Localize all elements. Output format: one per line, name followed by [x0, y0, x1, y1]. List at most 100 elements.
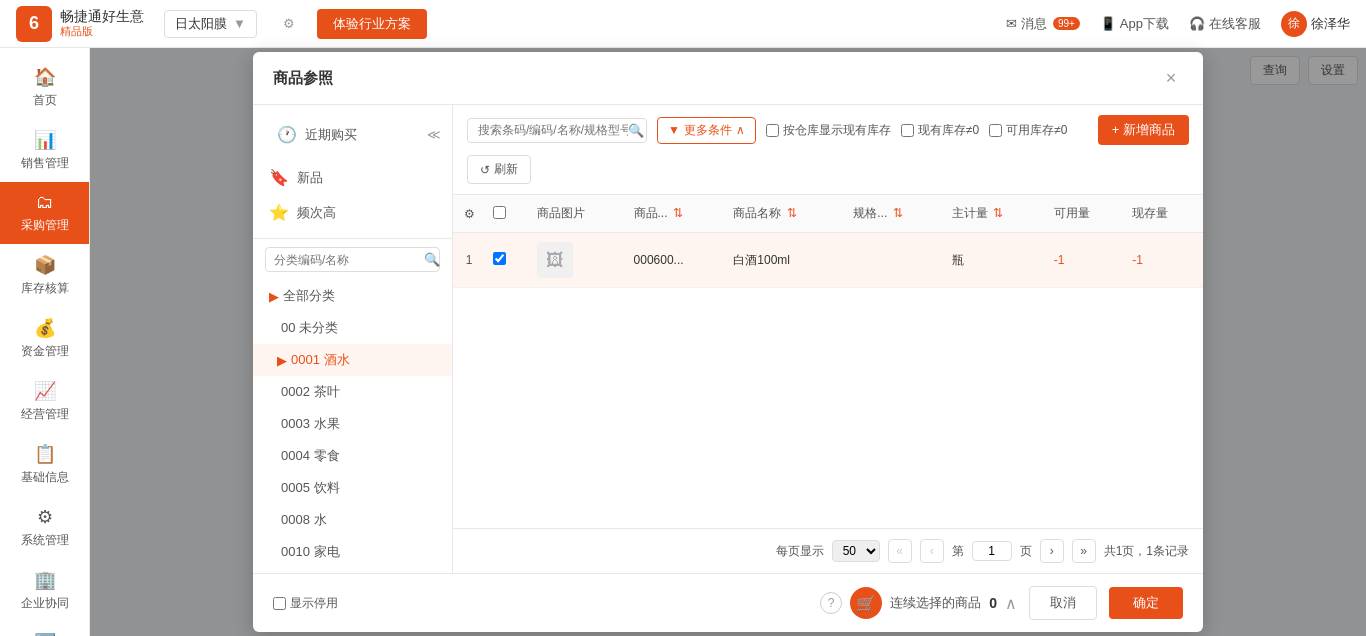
category-item-uncategorized[interactable]: 00 未分类 — [253, 312, 452, 344]
more-filter-button[interactable]: ▼ 更多条件 ∧ — [657, 117, 756, 144]
select-all-checkbox[interactable] — [493, 206, 506, 219]
cart-count: 0 — [989, 595, 997, 611]
category-item-snacks[interactable]: 0004 零食 — [253, 440, 452, 472]
th-name: 商品名称 ⇅ — [725, 195, 845, 233]
nav-right: ✉ 消息 99+ 📱 App下载 🎧 在线客服 徐 徐泽华 — [1006, 11, 1350, 37]
available-nonzero-input[interactable] — [989, 124, 1002, 137]
product-table-area: ⚙ 商品图片 商品... ⇅ — [453, 195, 1203, 528]
enterprise-icon: 🏢 — [34, 569, 56, 591]
category-list: ▶ 全部分类 00 未分类 ▶ 0001 酒水 0002 茶 — [253, 280, 452, 561]
star-icon: ⭐ — [269, 203, 289, 222]
refresh-button[interactable]: ↺ 刷新 — [467, 155, 531, 184]
show-disabled-label: 显示停用 — [290, 595, 338, 612]
available-nonzero-checkbox[interactable]: 可用库存≠0 — [989, 122, 1067, 139]
nav-new-products[interactable]: 🔖 新品 — [253, 160, 452, 195]
stock-nonzero-checkbox[interactable]: 现有库存≠0 — [901, 122, 979, 139]
per-page-select[interactable]: 50 — [832, 540, 880, 562]
message-nav-item[interactable]: ✉ 消息 99+ — [1006, 15, 1080, 33]
nav-frequent[interactable]: ⭐ 频次高 — [253, 195, 452, 230]
sort-icon-code[interactable]: ⇅ — [673, 206, 683, 220]
sidebar-label-basic-info: 基础信息 — [21, 469, 69, 486]
nav-new-products-label: 新品 — [297, 169, 323, 187]
per-page-label: 每页显示 — [776, 543, 824, 560]
table-row[interactable]: 1 🖼 — [453, 233, 1203, 288]
category-search-icon[interactable]: 🔍 — [424, 252, 440, 267]
show-disabled-checkbox[interactable]: 显示停用 — [273, 595, 338, 612]
prev-page-button[interactable]: ‹ — [920, 539, 944, 563]
company-selector[interactable]: 日太阳膜 ▼ — [164, 10, 257, 38]
category-search-input[interactable] — [274, 253, 424, 267]
settings-col-icon[interactable]: ⚙ — [464, 207, 475, 221]
product-search-box[interactable]: 🔍 — [467, 118, 647, 143]
trial-button[interactable]: 体验行业方案 — [317, 9, 427, 39]
online-service-item[interactable]: 🎧 在线客服 — [1189, 15, 1261, 33]
row-checkbox-cell[interactable] — [485, 233, 529, 288]
main-layout: 🏠 首页 📊 销售管理 🗂 采购管理 📦 库存核算 💰 资金管理 📈 经营管理 … — [0, 48, 1366, 636]
sidebar-item-sales[interactable]: 📊 销售管理 — [0, 119, 89, 182]
category-item-fruit[interactable]: 0003 水果 — [253, 408, 452, 440]
th-spec: 规格... ⇅ — [845, 195, 944, 233]
category-item-water[interactable]: 0008 水 — [253, 504, 452, 536]
sidebar-item-basic-info[interactable]: 📋 基础信息 — [0, 433, 89, 496]
sidebar-label-sales: 销售管理 — [21, 155, 69, 172]
row-name: 白酒100ml — [725, 233, 845, 288]
sort-icon-unit[interactable]: ⇅ — [993, 206, 1003, 220]
sidebar-item-home[interactable]: 🏠 首页 — [0, 56, 89, 119]
next-page-button[interactable]: › — [1040, 539, 1064, 563]
guide-icon: 🆕 — [34, 632, 56, 636]
sidebar-item-operations[interactable]: 📈 经营管理 — [0, 370, 89, 433]
cancel-button[interactable]: 取消 — [1029, 586, 1097, 620]
sidebar-item-finance[interactable]: 💰 资金管理 — [0, 307, 89, 370]
collapse-left-panel-button[interactable]: ≪ — [424, 125, 444, 145]
row-checkbox[interactable] — [493, 252, 506, 265]
modal-close-button[interactable]: × — [1159, 66, 1183, 90]
add-product-button[interactable]: + 新增商品 — [1098, 115, 1189, 145]
first-page-button[interactable]: « — [888, 539, 912, 563]
category-label-0001: 0001 酒水 — [291, 351, 350, 369]
nav-frequent-label: 频次高 — [297, 204, 336, 222]
settings-icon[interactable]: ⚙ — [273, 8, 305, 40]
sort-icon-spec[interactable]: ⇅ — [893, 206, 903, 220]
category-item-all[interactable]: ▶ 全部分类 — [253, 280, 452, 312]
category-item-liquor[interactable]: ▶ 0001 酒水 — [253, 344, 452, 376]
sidebar-label-operations: 经营管理 — [21, 406, 69, 423]
user-profile[interactable]: 徐 徐泽华 — [1281, 11, 1350, 37]
collapse-cart-icon[interactable]: ∧ — [1005, 594, 1017, 613]
category-item-drinks[interactable]: 0005 饮料 — [253, 472, 452, 504]
category-item-tea[interactable]: 0002 茶叶 — [253, 376, 452, 408]
app-download-label: App下载 — [1120, 15, 1169, 33]
page-number-input[interactable] — [972, 541, 1012, 561]
product-search-input[interactable] — [478, 123, 628, 137]
stock-nonzero-input[interactable] — [901, 124, 914, 137]
category-search-box[interactable]: 🔍 — [265, 247, 440, 272]
sidebar-label-home: 首页 — [33, 92, 57, 109]
category-label-0008: 0008 水 — [281, 511, 327, 529]
sort-icon-name[interactable]: ⇅ — [787, 206, 797, 220]
sidebar-item-enterprise[interactable]: 🏢 企业协同 — [0, 559, 89, 622]
refresh-label: 刷新 — [494, 161, 518, 178]
sidebar-item-system[interactable]: ⚙ 系统管理 — [0, 496, 89, 559]
show-disabled-input[interactable] — [273, 597, 286, 610]
search-icon[interactable]: 🔍 — [628, 123, 644, 138]
warehouse-stock-input[interactable] — [766, 124, 779, 137]
app-download-item[interactable]: 📱 App下载 — [1100, 15, 1169, 33]
warehouse-stock-checkbox[interactable]: 按仓库显示现有库存 — [766, 122, 891, 139]
sidebar-item-guide[interactable]: 🆕 新手引导 — [0, 622, 89, 636]
total-pages-label: 共1页，1条记录 — [1104, 543, 1189, 560]
row-code: 000600... — [626, 233, 726, 288]
filter-label: 更多条件 — [684, 122, 732, 139]
last-page-button[interactable]: » — [1072, 539, 1096, 563]
sidebar-item-inventory[interactable]: 📦 库存核算 — [0, 244, 89, 307]
row-available: -1 — [1046, 233, 1125, 288]
modal-footer: 显示停用 ? 🛒 连续选择的商品 0 ∧ 取消 确定 — [253, 573, 1203, 632]
cart-button[interactable]: 🛒 — [850, 587, 882, 619]
th-image: 商品图片 — [529, 195, 626, 233]
th-unit-label: 主计量 — [952, 206, 988, 220]
headset-icon: 🎧 — [1189, 16, 1205, 31]
sidebar-item-procurement[interactable]: 🗂 采购管理 — [0, 182, 89, 244]
top-nav: 6 畅捷通好生意 精品版 日太阳膜 ▼ ⚙ 体验行业方案 ✉ 消息 99+ 📱 … — [0, 0, 1366, 48]
nav-recent-buy[interactable]: 🕐 近期购买 — [261, 117, 424, 152]
confirm-button[interactable]: 确定 — [1109, 587, 1183, 619]
category-item-appliance[interactable]: 0010 家电 — [253, 536, 452, 561]
help-icon[interactable]: ? — [820, 592, 842, 614]
